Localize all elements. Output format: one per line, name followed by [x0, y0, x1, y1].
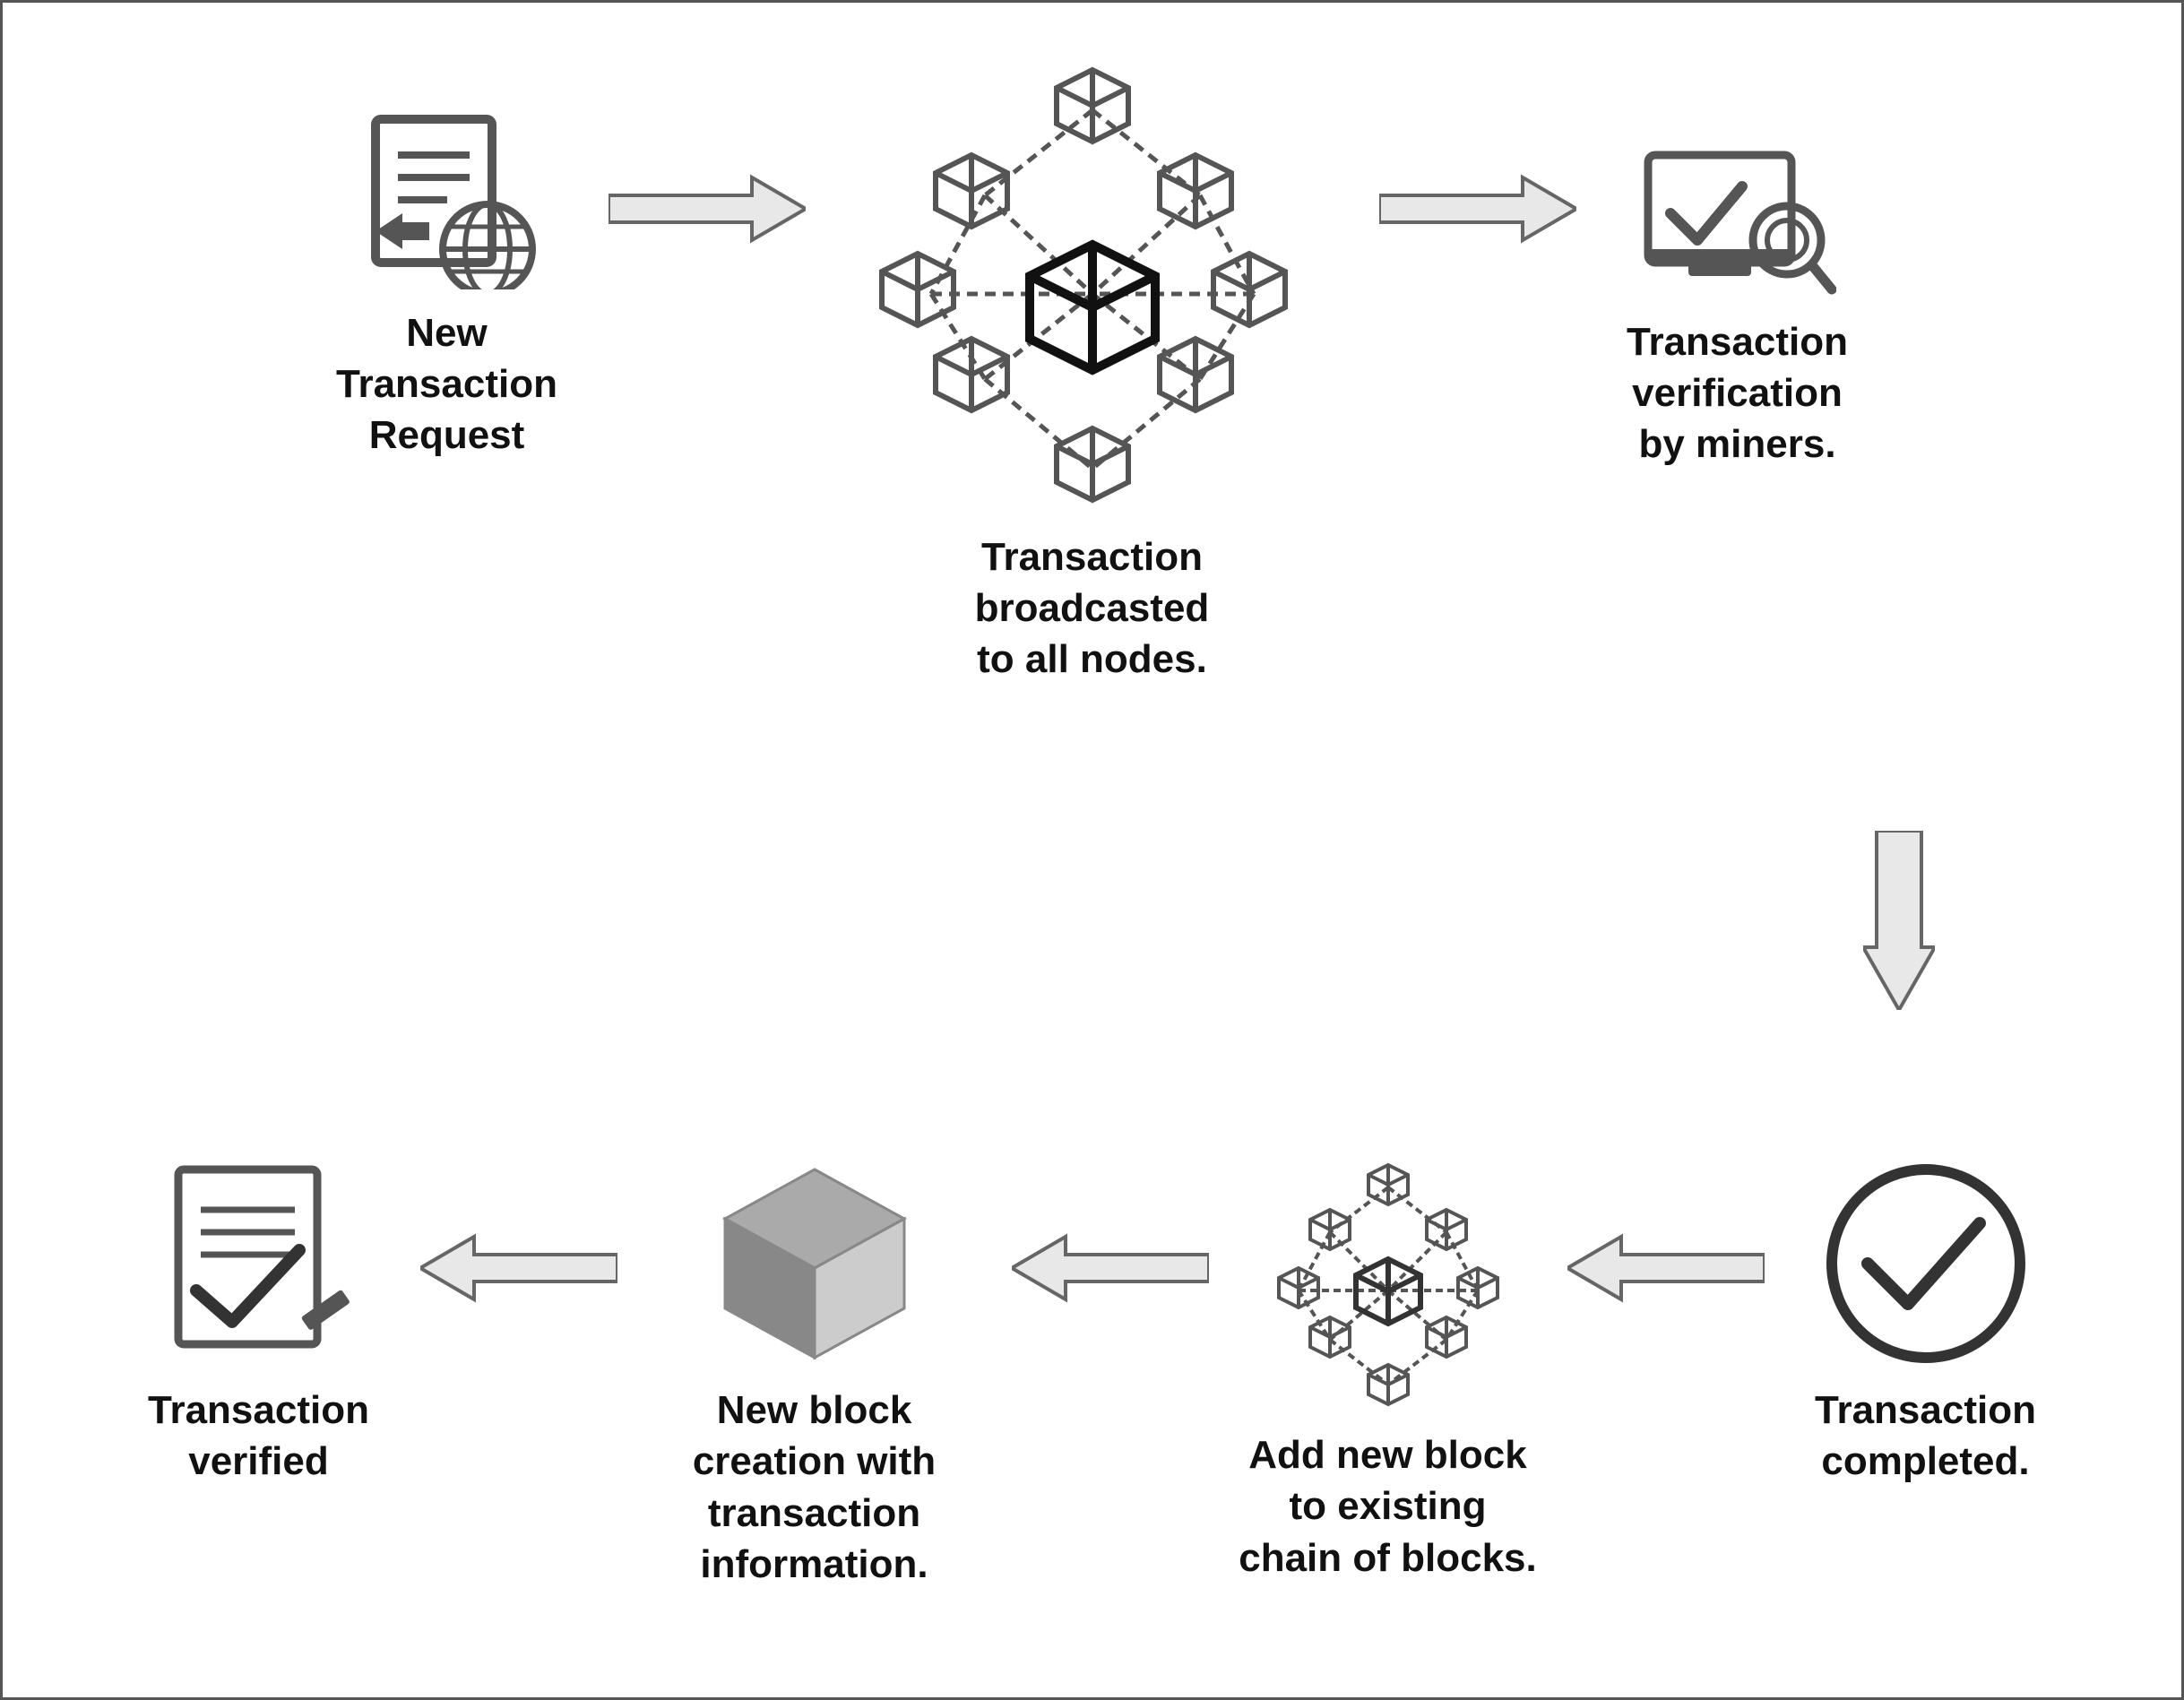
step-completed: Transactioncompleted.	[1791, 1161, 2060, 1487]
diagram-container: NewTransactionRequest	[0, 0, 2184, 1700]
transaction-verified-icon	[160, 1161, 358, 1367]
checkmark-circle-icon	[1823, 1161, 2029, 1367]
arrow-down-1	[1863, 831, 1935, 1014]
arrow-left-2	[1012, 1232, 1209, 1308]
blockchain-network-icon	[842, 56, 1343, 531]
transaction-verified-label: Transactionverified	[148, 1385, 369, 1487]
new-transaction-label: NewTransactionRequest	[336, 307, 557, 462]
step-new-transaction: NewTransactionRequest	[313, 110, 582, 462]
verification-label: Transactionverificationby miners.	[1627, 316, 1848, 470]
step-add-to-chain: Add new blockto existingchain of blocks.	[1236, 1161, 1541, 1584]
transaction-request-icon	[349, 110, 546, 289]
step-verification: Transactionverificationby miners.	[1603, 110, 1872, 470]
new-block-icon	[707, 1161, 922, 1367]
step-new-block: New blockcreation withtransactioninforma…	[644, 1161, 985, 1590]
add-to-chain-label: Add new blockto existingchain of blocks.	[1239, 1429, 1537, 1584]
step-transaction-verified: Transactionverified	[125, 1161, 393, 1487]
broadcast-label: Transactionbroadcastedto all nodes.	[975, 531, 1210, 686]
arrow-left-1	[1567, 1232, 1765, 1308]
completed-label: Transactioncompleted.	[1815, 1385, 2036, 1487]
arrow-right-1	[609, 173, 806, 249]
arrow-right-2	[1379, 173, 1576, 249]
verification-icon	[1639, 110, 1836, 298]
arrow-left-3	[420, 1232, 617, 1308]
step-broadcast: Transactionbroadcastedto all nodes.	[833, 56, 1352, 686]
new-block-label: New blockcreation withtransactioninforma…	[693, 1385, 936, 1590]
blockchain-small-icon	[1254, 1161, 1523, 1411]
